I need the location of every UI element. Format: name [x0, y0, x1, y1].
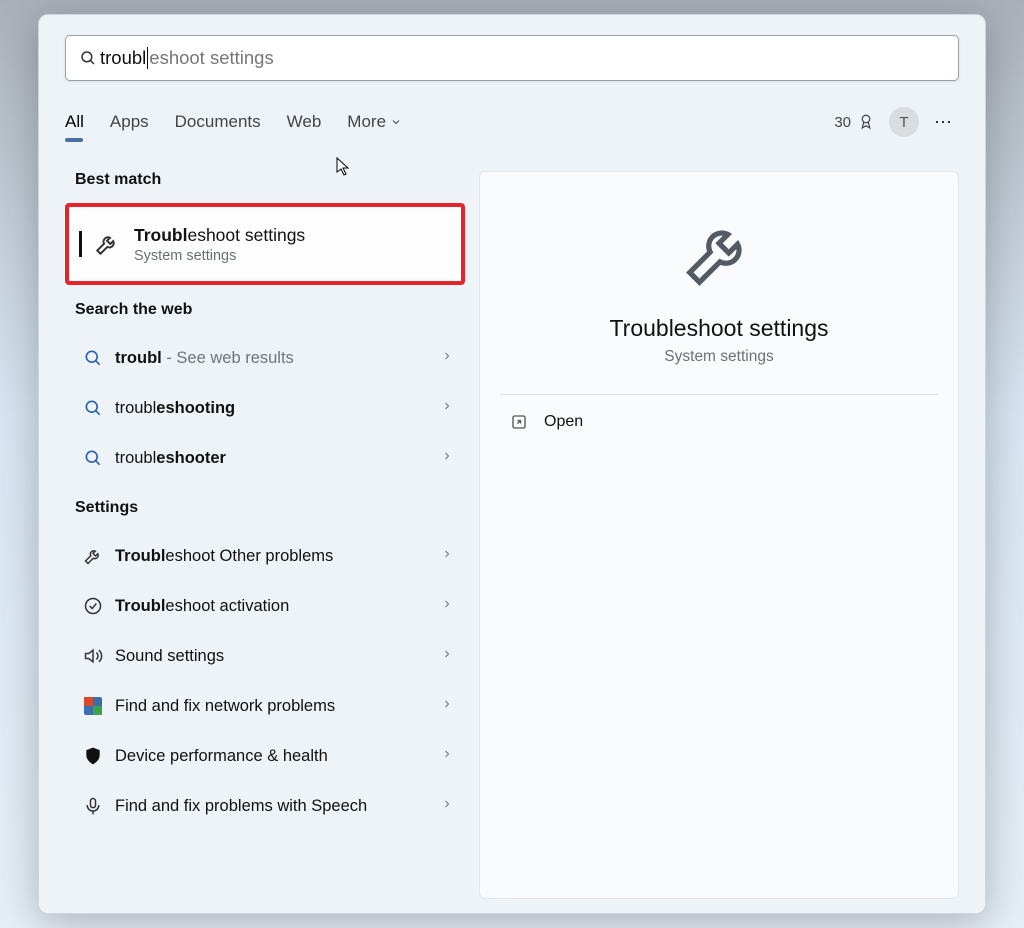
- web-result[interactable]: troubleshooting: [65, 383, 465, 433]
- open-external-icon: [508, 413, 530, 431]
- rewards-indicator[interactable]: 30: [834, 113, 875, 131]
- settings-result[interactable]: Find and fix network problems: [65, 681, 465, 731]
- chevron-right-icon: [441, 399, 453, 417]
- search-icon: [77, 348, 109, 368]
- rewards-points: 30: [834, 114, 851, 131]
- search-input[interactable]: troubl eshoot settings: [65, 35, 959, 81]
- tab-documents[interactable]: Documents: [175, 112, 261, 132]
- best-match-header: Best match: [75, 171, 465, 189]
- medal-icon: [857, 113, 875, 131]
- more-options-button[interactable]: ⋯: [929, 112, 959, 133]
- settings-result[interactable]: Device performance & health: [65, 731, 465, 781]
- preview-pane: Troubleshoot settings System settings Op…: [479, 171, 959, 899]
- tab-web[interactable]: Web: [287, 112, 322, 132]
- open-action[interactable]: Open: [500, 395, 938, 449]
- search-text: troubl eshoot settings: [100, 47, 948, 69]
- microphone-icon: [77, 796, 109, 816]
- open-label: Open: [544, 413, 583, 431]
- tab-more[interactable]: More: [347, 112, 402, 132]
- settings-result-label: Troubleshoot activation: [115, 597, 441, 616]
- check-circle-icon: [77, 596, 109, 616]
- settings-result[interactable]: Troubleshoot Other problems: [65, 531, 465, 581]
- best-match-subtitle: System settings: [134, 248, 305, 264]
- search-web-header: Search the web: [75, 301, 465, 319]
- settings-result-label: Troubleshoot Other problems: [115, 547, 441, 566]
- settings-result[interactable]: Find and fix problems with Speech: [65, 781, 465, 831]
- tab-all[interactable]: All: [65, 112, 84, 132]
- text-caret: [147, 47, 148, 69]
- chevron-right-icon: [441, 547, 453, 565]
- network-icon: [77, 696, 109, 716]
- settings-result-label: Find and fix problems with Speech: [115, 797, 441, 816]
- search-icon: [77, 448, 109, 468]
- results-column: Best match Troubleshoot settings System …: [65, 171, 465, 899]
- selection-bar: [79, 231, 82, 257]
- sound-icon: [77, 646, 109, 666]
- wrench-icon: [680, 214, 758, 297]
- shield-icon: [77, 746, 109, 766]
- search-suggestion: eshoot settings: [149, 47, 273, 69]
- web-result-label: troubleshooter: [115, 449, 441, 468]
- search-icon: [76, 49, 100, 67]
- chevron-down-icon: [390, 116, 402, 128]
- settings-result-label: Find and fix network problems: [115, 697, 441, 716]
- tab-more-label: More: [347, 112, 386, 132]
- tab-apps[interactable]: Apps: [110, 112, 149, 132]
- chevron-right-icon: [441, 797, 453, 815]
- chevron-right-icon: [441, 697, 453, 715]
- web-result-label: troubl - See web results: [115, 349, 441, 368]
- web-result[interactable]: troubleshooter: [65, 433, 465, 483]
- search-typed: troubl: [100, 47, 146, 69]
- settings-result-label: Sound settings: [115, 647, 441, 666]
- start-search-panel: troubl eshoot settings All Apps Document…: [38, 14, 986, 914]
- chevron-right-icon: [441, 449, 453, 467]
- preview-title: Troubleshoot settings: [609, 315, 828, 342]
- settings-result[interactable]: Sound settings: [65, 631, 465, 681]
- wrench-icon: [92, 231, 122, 257]
- chevron-right-icon: [441, 597, 453, 615]
- search-icon: [77, 398, 109, 418]
- chevron-right-icon: [441, 647, 453, 665]
- avatar[interactable]: T: [889, 107, 919, 137]
- wrench-icon: [77, 546, 109, 566]
- best-match-title: Troubleshoot settings: [134, 225, 305, 246]
- chevron-right-icon: [441, 349, 453, 367]
- web-result[interactable]: troubl - See web results: [65, 333, 465, 383]
- settings-result-label: Device performance & health: [115, 747, 441, 766]
- preview-subtitle: System settings: [664, 348, 773, 366]
- chevron-right-icon: [441, 747, 453, 765]
- web-result-label: troubleshooting: [115, 399, 441, 418]
- best-match-result[interactable]: Troubleshoot settings System settings: [69, 207, 461, 281]
- settings-header: Settings: [75, 499, 465, 517]
- settings-result[interactable]: Troubleshoot activation: [65, 581, 465, 631]
- filter-tabs: All Apps Documents Web More 30 T ⋯: [65, 103, 959, 141]
- annotation-highlight: Troubleshoot settings System settings: [65, 203, 465, 285]
